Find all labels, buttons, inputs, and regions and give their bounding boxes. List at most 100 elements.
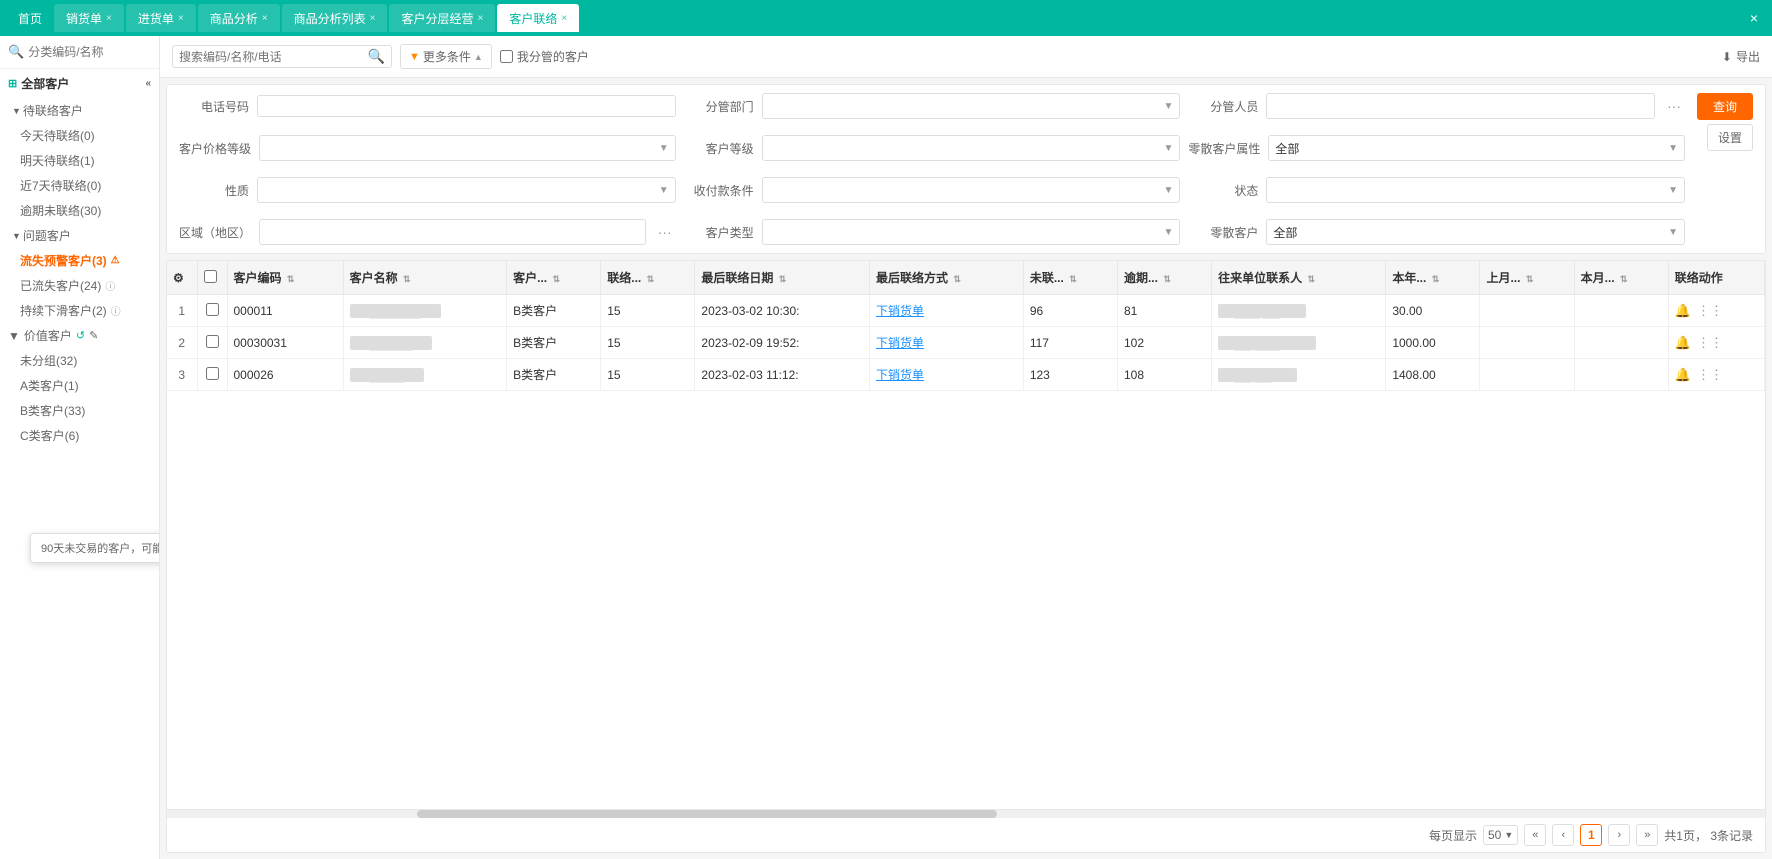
sidebar-item-7days[interactable]: 近7天待联络(0) <box>0 173 159 198</box>
col-contact[interactable]: 联络... ⇅ <box>601 261 695 295</box>
sidebar-group-pending-contact[interactable]: ▼ 待联络客户 <box>0 98 159 123</box>
sidebar: 🔍 ⊞ 全部客户 « ▼ 待联络客户 今天待联络(0) 明天待联络(1) 近7天… <box>0 36 160 859</box>
cell-name: █████ <box>343 327 506 359</box>
col-last-contact-method[interactable]: 最后联络方式 ⇅ <box>869 261 1023 295</box>
search-input[interactable] <box>179 50 364 64</box>
query-button[interactable]: 查询 <box>1697 93 1753 120</box>
col-last-month[interactable]: 上月... ⇅ <box>1480 261 1574 295</box>
row-checkbox-2[interactable] <box>206 367 219 380</box>
col-this-year[interactable]: 本年... ⇅ <box>1386 261 1480 295</box>
filter-dept-select[interactable]: ▼ <box>762 93 1181 119</box>
refresh-icon[interactable]: ↺ <box>76 329 85 342</box>
col-type[interactable]: 客户... ⇅ <box>507 261 601 295</box>
filter-scatter-customer-select[interactable]: 全部 ▼ <box>1266 219 1685 245</box>
horizontal-scrollbar[interactable] <box>167 809 1765 817</box>
search-button[interactable]: 🔍 <box>368 48 385 65</box>
select-all-checkbox[interactable] <box>204 270 217 283</box>
sidebar-group-problem-customers[interactable]: ▼ 问题客户 <box>0 223 159 248</box>
filter-customer-type-select[interactable]: ▼ <box>762 219 1181 245</box>
scrollbar-thumb[interactable] <box>417 810 997 818</box>
setting-button[interactable]: 设置 <box>1707 124 1753 151</box>
close-customer-tier-tab[interactable]: × <box>477 13 483 24</box>
col-settings[interactable]: ⚙ <box>167 261 197 295</box>
contact-method-link[interactable]: 下销货单 <box>876 336 924 350</box>
all-customers-header[interactable]: ⊞ 全部客户 « <box>0 69 159 98</box>
next-page-button[interactable]: › <box>1608 824 1630 846</box>
col-un-contact[interactable]: 未联... ⇅ <box>1023 261 1117 295</box>
filter-status-select[interactable]: ▼ <box>1266 177 1685 203</box>
sidebar-search-input[interactable] <box>28 45 151 59</box>
sidebar-item-unclassified[interactable]: 未分组(32) <box>0 348 159 373</box>
contact-method-link[interactable]: 下销货单 <box>876 368 924 382</box>
sidebar-group-value-customers[interactable]: ▼ 价值客户 ↺ ✎ <box>0 323 159 348</box>
close-product-analysis-tab[interactable]: × <box>262 13 268 24</box>
cell-code: 00030031 <box>227 327 343 359</box>
more-action-icon[interactable]: ⋮⋮ <box>1697 367 1723 383</box>
more-conditions-button[interactable]: ▼ 更多条件 ▲ <box>400 44 492 69</box>
row-checkbox-1[interactable] <box>206 335 219 348</box>
sidebar-item-overdue[interactable]: 逾期未联络(30) <box>0 198 159 223</box>
row-checkbox-0[interactable] <box>206 303 219 316</box>
contact-action-icon[interactable]: 🔔 <box>1675 367 1691 383</box>
tab-purchase[interactable]: 进货单 × <box>126 4 196 32</box>
sidebar-item-b-class[interactable]: B类客户(33) <box>0 398 159 423</box>
filter-manager-select[interactable] <box>1266 93 1655 119</box>
tab-sales[interactable]: 销货单 × <box>54 4 124 32</box>
filter-phone-label: 电话号码 <box>179 98 249 115</box>
tab-product-analysis[interactable]: 商品分析 × <box>198 4 280 32</box>
filter-phone-input[interactable] <box>257 95 676 117</box>
sidebar-item-already-lost[interactable]: 已流失客户(24) ⓘ <box>0 273 159 298</box>
export-button[interactable]: ⬇ 导出 <box>1722 48 1760 65</box>
my-customers-checkbox-label[interactable]: 我分管的客户 <box>500 48 589 65</box>
close-product-analysis-list-tab[interactable]: × <box>370 13 376 24</box>
settings-icon[interactable]: ⚙ <box>173 271 184 285</box>
contact-action-icon[interactable]: 🔔 <box>1675 303 1691 319</box>
edit-icon[interactable]: ✎ <box>89 329 98 342</box>
col-name[interactable]: 客户名称 ⇅ <box>343 261 506 295</box>
col-last-contact-date[interactable]: 最后联络日期 ⇅ <box>695 261 870 295</box>
filter-nature-select[interactable]: ▼ <box>257 177 676 203</box>
info-icon: ⓘ <box>105 278 115 293</box>
cell-last-contact-method[interactable]: 下销货单 <box>869 327 1023 359</box>
last-page-button[interactable]: » <box>1636 824 1658 846</box>
cell-checkbox[interactable] <box>197 295 227 327</box>
tab-customer-contact[interactable]: 客户联络 × <box>497 4 579 32</box>
filter-scatter-customer: 零散客户 全部 ▼ <box>1188 219 1685 245</box>
sidebar-item-c-class[interactable]: C类客户(6) <box>0 423 159 448</box>
filter-region-select[interactable] <box>259 219 646 245</box>
region-dots[interactable]: ··· <box>654 224 676 240</box>
sidebar-item-tomorrow[interactable]: 明天待联络(1) <box>0 148 159 173</box>
col-overdue[interactable]: 逾期... ⇅ <box>1117 261 1211 295</box>
page-size-select[interactable]: 50 ▼ <box>1483 825 1518 845</box>
sidebar-item-loss-warning[interactable]: 流失预警客户(3) ⚠ <box>0 248 159 273</box>
sidebar-item-continuous-down[interactable]: 持续下滑客户(2) ⓘ <box>0 298 159 323</box>
col-this-month[interactable]: 本月... ⇅ <box>1574 261 1668 295</box>
close-all-tabs[interactable]: × <box>1744 10 1764 26</box>
tab-customer-tier[interactable]: 客户分层经营 × <box>389 4 495 32</box>
cell-last-contact-method[interactable]: 下销货单 <box>869 359 1023 391</box>
cell-checkbox[interactable] <box>197 327 227 359</box>
my-customers-checkbox[interactable] <box>500 50 513 63</box>
filter-price-level-select[interactable]: ▼ <box>259 135 676 161</box>
col-code[interactable]: 客户编码 ⇅ <box>227 261 343 295</box>
home-tab[interactable]: 首页 <box>8 10 52 27</box>
cell-last-contact-method[interactable]: 下销货单 <box>869 295 1023 327</box>
first-page-button[interactable]: « <box>1524 824 1546 846</box>
filter-payment-select[interactable]: ▼ <box>762 177 1181 203</box>
filter-scatter-attr-select[interactable]: 全部 ▼ <box>1268 135 1685 161</box>
cell-checkbox[interactable] <box>197 359 227 391</box>
close-customer-contact-tab[interactable]: × <box>561 13 567 24</box>
tab-product-analysis-list[interactable]: 商品分析列表 × <box>282 4 388 32</box>
sidebar-item-a-class[interactable]: A类客户(1) <box>0 373 159 398</box>
more-action-icon[interactable]: ⋮⋮ <box>1697 335 1723 351</box>
close-sales-tab[interactable]: × <box>106 13 112 24</box>
close-purchase-tab[interactable]: × <box>178 13 184 24</box>
prev-page-button[interactable]: ‹ <box>1552 824 1574 846</box>
more-action-icon[interactable]: ⋮⋮ <box>1697 303 1723 319</box>
sidebar-item-today[interactable]: 今天待联络(0) <box>0 123 159 148</box>
col-unit-contact[interactable]: 往来单位联系人 ⇅ <box>1212 261 1386 295</box>
contact-method-link[interactable]: 下销货单 <box>876 304 924 318</box>
filter-customer-level-select[interactable]: ▼ <box>762 135 1181 161</box>
contact-action-icon[interactable]: 🔔 <box>1675 335 1691 351</box>
manager-dots[interactable]: ··· <box>1663 98 1685 114</box>
